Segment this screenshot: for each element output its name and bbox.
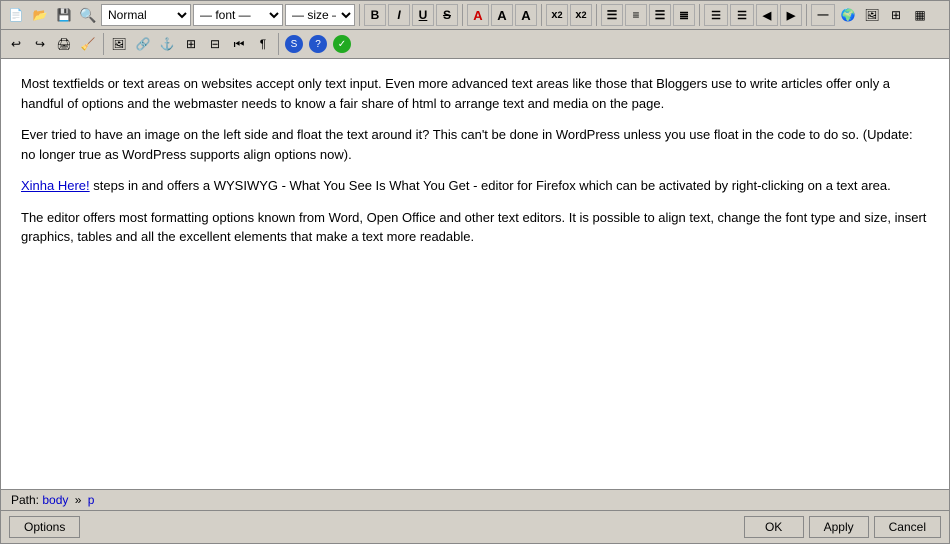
open-btn[interactable]: 📂 [29,4,51,26]
superscript-btn[interactable]: x2 [570,4,592,26]
sep8 [278,33,279,55]
toolbar-row-1: 📄 📂 💾 🔍 Normal — font — — size — B I U S… [1,1,949,30]
zoom-btn[interactable]: 🔍 [77,4,99,26]
undo-btn[interactable]: ↩ [5,33,27,55]
bottom-bar: Options OK Apply Cancel [1,510,949,543]
cell-btn[interactable]: ▦ [909,4,931,26]
sep7 [103,33,104,55]
save-btn[interactable]: 💾 [53,4,75,26]
pilcrow-btn[interactable]: ¶ [252,33,274,55]
cancel-button[interactable]: Cancel [874,516,941,538]
paragraph-1: Most textfields or text areas on website… [21,74,929,113]
p-link[interactable]: p [88,493,95,507]
xinha-link[interactable]: Xinha Here! [21,178,90,193]
sep2 [462,4,463,26]
strike-btn[interactable]: S [436,4,458,26]
hr-btn[interactable]: — [811,4,835,26]
link-btn[interactable]: 🔗 [132,33,154,55]
align-right-btn[interactable]: ☰ [649,4,671,26]
image-btn[interactable]: 🖼 [861,4,883,26]
path-label: Path: [11,493,39,507]
sep3 [541,4,542,26]
outdent-btn[interactable]: ◀ [756,4,778,26]
paragraph-3: Xinha Here! steps in and offers a WYSIWY… [21,176,929,196]
skip-back-btn[interactable]: ⏮ [228,33,250,55]
breadcrumb-sep: » [75,493,82,507]
spell-icon: S [285,35,303,53]
editor-content[interactable]: Most textfields or text areas on website… [1,59,949,489]
new-doc-btn[interactable]: 📄 [5,4,27,26]
toolbar-row-2: ↩ ↪ 🖨 🧹 🖼 🔗 ⚓ ⊞ ⊟ ⏮ ¶ S ? ✓ [1,30,949,59]
text-color-btn[interactable]: A [515,4,537,26]
about-icon: ✓ [333,35,351,53]
table-insert-btn[interactable]: ⊞ [180,33,202,55]
bg-color-btn[interactable]: A [491,4,513,26]
align-justify-btn[interactable]: ≣ [673,4,695,26]
ul-btn[interactable]: ☰ [730,4,754,26]
sep1 [359,4,360,26]
body-link[interactable]: body [42,493,68,507]
help-btn[interactable]: ? [307,33,329,55]
italic-btn[interactable]: I [388,4,410,26]
sep5 [699,4,700,26]
subscript-btn[interactable]: x2 [546,4,568,26]
indent-btn[interactable]: ▶ [780,4,802,26]
clean-btn[interactable]: 🧹 [77,33,99,55]
paragraph-2: Ever tried to have an image on the left … [21,125,929,164]
style-select[interactable]: Normal [101,4,191,26]
about-btn[interactable]: ✓ [331,33,353,55]
earth-btn[interactable]: 🌍 [837,4,859,26]
sep4 [596,4,597,26]
font-color-btn[interactable]: A [467,4,489,26]
spell-btn[interactable]: S [283,33,305,55]
options-button[interactable]: Options [9,516,80,538]
help-icon: ? [309,35,327,53]
align-left-btn[interactable]: ☰ [601,4,623,26]
sep6 [806,4,807,26]
print-btn[interactable]: 🖨 [53,33,75,55]
size-select[interactable]: — size — [285,4,355,26]
paragraph-4: The editor offers most formatting option… [21,208,929,247]
editor-container: 📄 📂 💾 🔍 Normal — font — — size — B I U S… [0,0,950,544]
bold-btn[interactable]: B [364,4,386,26]
underline-btn[interactable]: U [412,4,434,26]
img-insert-btn[interactable]: 🖼 [108,33,130,55]
status-bar: Path: body » p [1,489,949,510]
table-edit-btn[interactable]: ⊟ [204,33,226,55]
ol-btn[interactable]: ☰ [704,4,728,26]
ok-button[interactable]: OK [744,516,804,538]
apply-button[interactable]: Apply [809,516,869,538]
align-center-btn[interactable]: ≡ [625,4,647,26]
bottom-right-buttons: OK Apply Cancel [744,516,941,538]
font-select[interactable]: — font — [193,4,283,26]
anchor-btn[interactable]: ⚓ [156,33,178,55]
table-btn[interactable]: ⊞ [885,4,907,26]
redo-btn[interactable]: ↪ [29,33,51,55]
